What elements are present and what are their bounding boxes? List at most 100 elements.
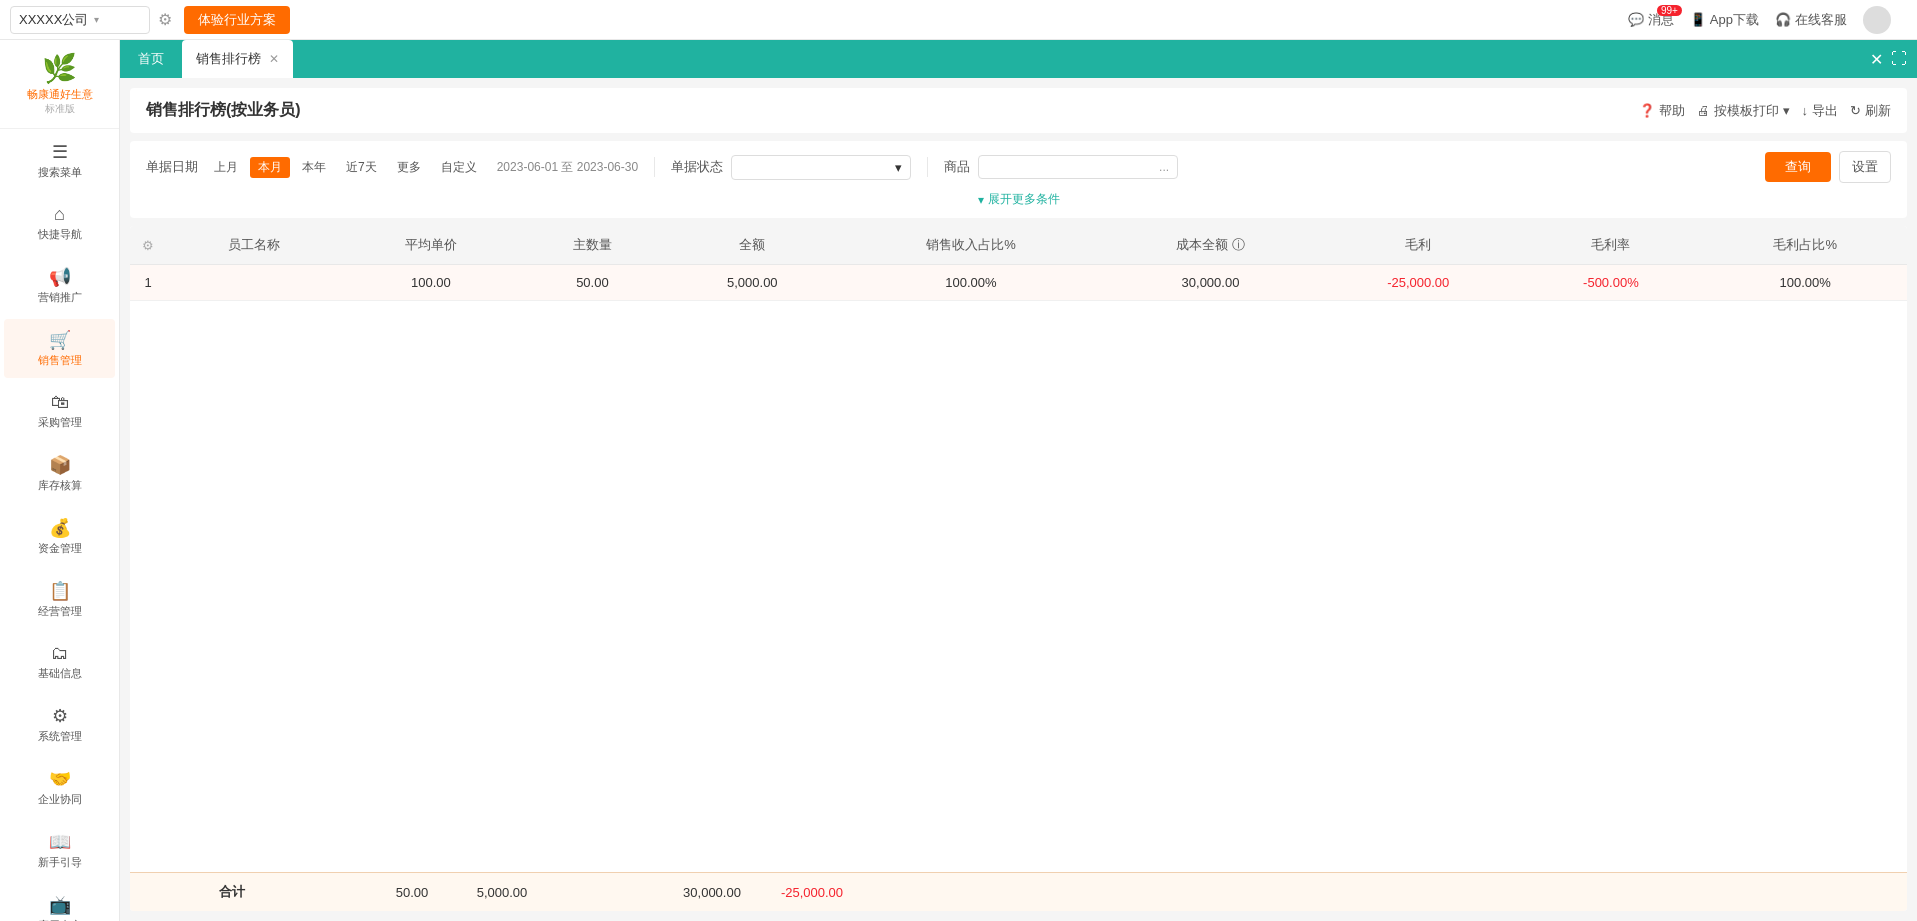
sidebar-label-quick-nav: 快捷导航 <box>38 227 82 242</box>
date-option-7days[interactable]: 近7天 <box>338 157 385 178</box>
sidebar-item-enterprise-collab[interactable]: 🤝 企业协同 <box>4 758 115 817</box>
goods-input[interactable]: ... <box>978 155 1178 179</box>
logo-subtitle: 标准版 <box>45 102 75 116</box>
th-gross-ratio: 毛利占比% <box>1703 226 1907 265</box>
print-label: 按模板打印 <box>1714 102 1779 120</box>
page-title: 销售排行榜(按业务员) <box>146 100 301 121</box>
export-icon: ↓ <box>1802 103 1809 118</box>
tab-sales-ranking[interactable]: 销售排行榜 ✕ <box>182 40 293 78</box>
avatar[interactable] <box>1863 6 1891 34</box>
trial-button[interactable]: 体验行业方案 <box>184 6 290 34</box>
settings-button[interactable]: 设置 <box>1839 151 1891 183</box>
inventory-icon: 📦 <box>49 454 71 476</box>
tab-close-icon[interactable]: ✕ <box>269 52 279 66</box>
tabbar: 首页 销售排行榜 ✕ ✕ ⛶ <box>120 40 1917 78</box>
tab-home-label: 首页 <box>138 50 164 68</box>
date-option-more[interactable]: 更多 <box>389 157 429 178</box>
sidebar-label-system: 系统管理 <box>38 729 82 744</box>
th-avg-price: 平均单价 <box>343 226 520 265</box>
filter-area: 单据日期 上月 本月 本年 近7天 更多 自定义 2023-06-01 至 20… <box>130 141 1907 218</box>
goods-more-icon[interactable]: ... <box>1159 160 1169 174</box>
sidebar-item-marketing[interactable]: 📢 营销推广 <box>4 256 115 315</box>
logo-icon: 🌿 <box>42 52 77 85</box>
filter-divider-2 <box>927 157 928 177</box>
cell-employee-name <box>166 265 343 301</box>
topbar: XXXXX公司 ▾ ⚙ 体验行业方案 💬 消息 99+ 📱 App下载 🎧 在线… <box>0 0 1917 40</box>
company-selector[interactable]: XXXXX公司 ▾ <box>10 6 150 34</box>
th-gross-rate: 毛利率 <box>1518 226 1703 265</box>
sidebar-item-system[interactable]: ⚙ 系统管理 <box>4 695 115 754</box>
export-button[interactable]: ↓ 导出 <box>1802 102 1839 120</box>
help-label: 帮助 <box>1659 102 1685 120</box>
footer-gross-profit: -25,000.00 <box>781 885 843 900</box>
sidebar-item-purchase[interactable]: 🛍 采购管理 <box>4 382 115 440</box>
app-download-button[interactable]: 📱 App下载 <box>1690 11 1759 29</box>
refresh-button[interactable]: ↻ 刷新 <box>1850 102 1891 120</box>
action-buttons-group: 查询 设置 <box>1765 151 1891 183</box>
sidebar-item-finance[interactable]: 💰 资金管理 <box>4 507 115 566</box>
refresh-label: 刷新 <box>1865 102 1891 120</box>
content-area: 首页 销售排行榜 ✕ ✕ ⛶ 销售排行榜(按业务员) ❓ 帮助 <box>120 40 1917 921</box>
guide-icon: 📖 <box>49 831 71 853</box>
export-label: 导出 <box>1812 102 1838 120</box>
expand-more-button[interactable]: ▾ 展开更多条件 <box>146 191 1891 208</box>
sidebar-label-inventory: 库存核算 <box>38 478 82 493</box>
cell-rank: 1 <box>130 265 166 301</box>
sidebar-item-quick-nav[interactable]: ⌂ 快捷导航 <box>4 194 115 252</box>
footer-total-amount-cell: 5,000.00 <box>452 885 552 900</box>
logo-area: 🌿 畅康通好生意 标准版 <box>0 40 119 129</box>
headset-icon: 🎧 <box>1775 12 1791 27</box>
purchase-icon: 🛍 <box>51 392 69 413</box>
sidebar-item-search-order[interactable]: ☰ 搜索菜单 <box>4 131 115 190</box>
date-filter-label: 单据日期 <box>146 158 198 176</box>
online-service-button[interactable]: 🎧 在线客服 <box>1775 11 1847 29</box>
date-option-custom[interactable]: 自定义 <box>433 157 485 178</box>
data-table: ⚙ 员工名称 平均单价 主数量 全额 销售收入占比% 成本全额 ⓘ 毛利 毛利率… <box>130 226 1907 301</box>
tab-sales-ranking-label: 销售排行榜 <box>196 50 261 68</box>
sidebar-item-operation[interactable]: 📋 经营管理 <box>4 570 115 629</box>
date-option-this-year[interactable]: 本年 <box>294 157 334 178</box>
goods-filter-group: 商品 ... <box>944 155 1178 179</box>
page-container: 销售排行榜(按业务员) ❓ 帮助 🖨 按模板打印 ▾ ↓ 导出 <box>120 78 1917 921</box>
sidebar-item-inventory[interactable]: 📦 库存核算 <box>4 444 115 503</box>
main-layout: 🌿 畅康通好生意 标准版 ☰ 搜索菜单 ⌂ 快捷导航 📢 营销推广 🛒 销售管理… <box>0 40 1917 921</box>
help-button[interactable]: ❓ 帮助 <box>1639 102 1685 120</box>
maximize-window-icon[interactable]: ⛶ <box>1891 50 1907 68</box>
logo-title: 畅康通好生意 <box>27 87 93 102</box>
sidebar-item-guide[interactable]: 📖 新手引导 <box>4 821 115 880</box>
refresh-icon: ↻ <box>1850 103 1861 118</box>
date-option-last-month[interactable]: 上月 <box>206 157 246 178</box>
sidebar-item-basic-info[interactable]: 🗂 基础信息 <box>4 633 115 691</box>
gear-icon[interactable]: ⚙ <box>158 10 172 29</box>
tab-home[interactable]: 首页 <box>120 40 182 78</box>
date-option-this-month[interactable]: 本月 <box>250 157 290 178</box>
status-select[interactable]: ▾ <box>731 155 911 180</box>
footer-cost-amount: 30,000.00 <box>683 885 741 900</box>
sidebar-label-marketing: 营销推广 <box>38 290 82 305</box>
cell-sales-ratio: 100.00% <box>839 265 1103 301</box>
th-settings[interactable]: ⚙ <box>130 226 166 265</box>
sidebar-label-sales: 销售管理 <box>38 353 82 368</box>
sidebar-item-app-center[interactable]: 📺 应用中心 <box>4 884 115 921</box>
status-filter-label: 单据状态 <box>671 158 723 176</box>
sidebar-item-sales[interactable]: 🛒 销售管理 <box>4 319 115 378</box>
print-chevron-icon: ▾ <box>1783 103 1790 118</box>
table-header-row: ⚙ 员工名称 平均单价 主数量 全额 销售收入占比% 成本全额 ⓘ 毛利 毛利率… <box>130 226 1907 265</box>
topbar-right: 💬 消息 99+ 📱 App下载 🎧 在线客服 <box>1628 6 1907 34</box>
tabbar-right: ✕ ⛶ <box>1870 50 1917 69</box>
footer-gross-profit-cell: -25,000.00 <box>762 885 862 900</box>
system-icon: ⚙ <box>52 705 68 727</box>
operation-icon: 📋 <box>49 580 71 602</box>
cell-avg-price: 100.00 <box>343 265 520 301</box>
table-wrapper: ⚙ 员工名称 平均单价 主数量 全额 销售收入占比% 成本全额 ⓘ 毛利 毛利率… <box>130 226 1907 872</box>
footer-main-qty: 50.00 <box>396 885 429 900</box>
sidebar-label-search-order: 搜索菜单 <box>38 165 82 180</box>
footer-cost-amount-cell: 30,000.00 <box>662 885 762 900</box>
help-icon: ❓ <box>1639 103 1655 118</box>
message-button[interactable]: 💬 消息 99+ <box>1628 11 1674 29</box>
home-icon: ⌂ <box>54 204 65 225</box>
close-window-icon[interactable]: ✕ <box>1870 50 1883 69</box>
print-button[interactable]: 🖨 按模板打印 ▾ <box>1697 102 1790 120</box>
query-button[interactable]: 查询 <box>1765 152 1831 182</box>
sidebar-label-operation: 经营管理 <box>38 604 82 619</box>
